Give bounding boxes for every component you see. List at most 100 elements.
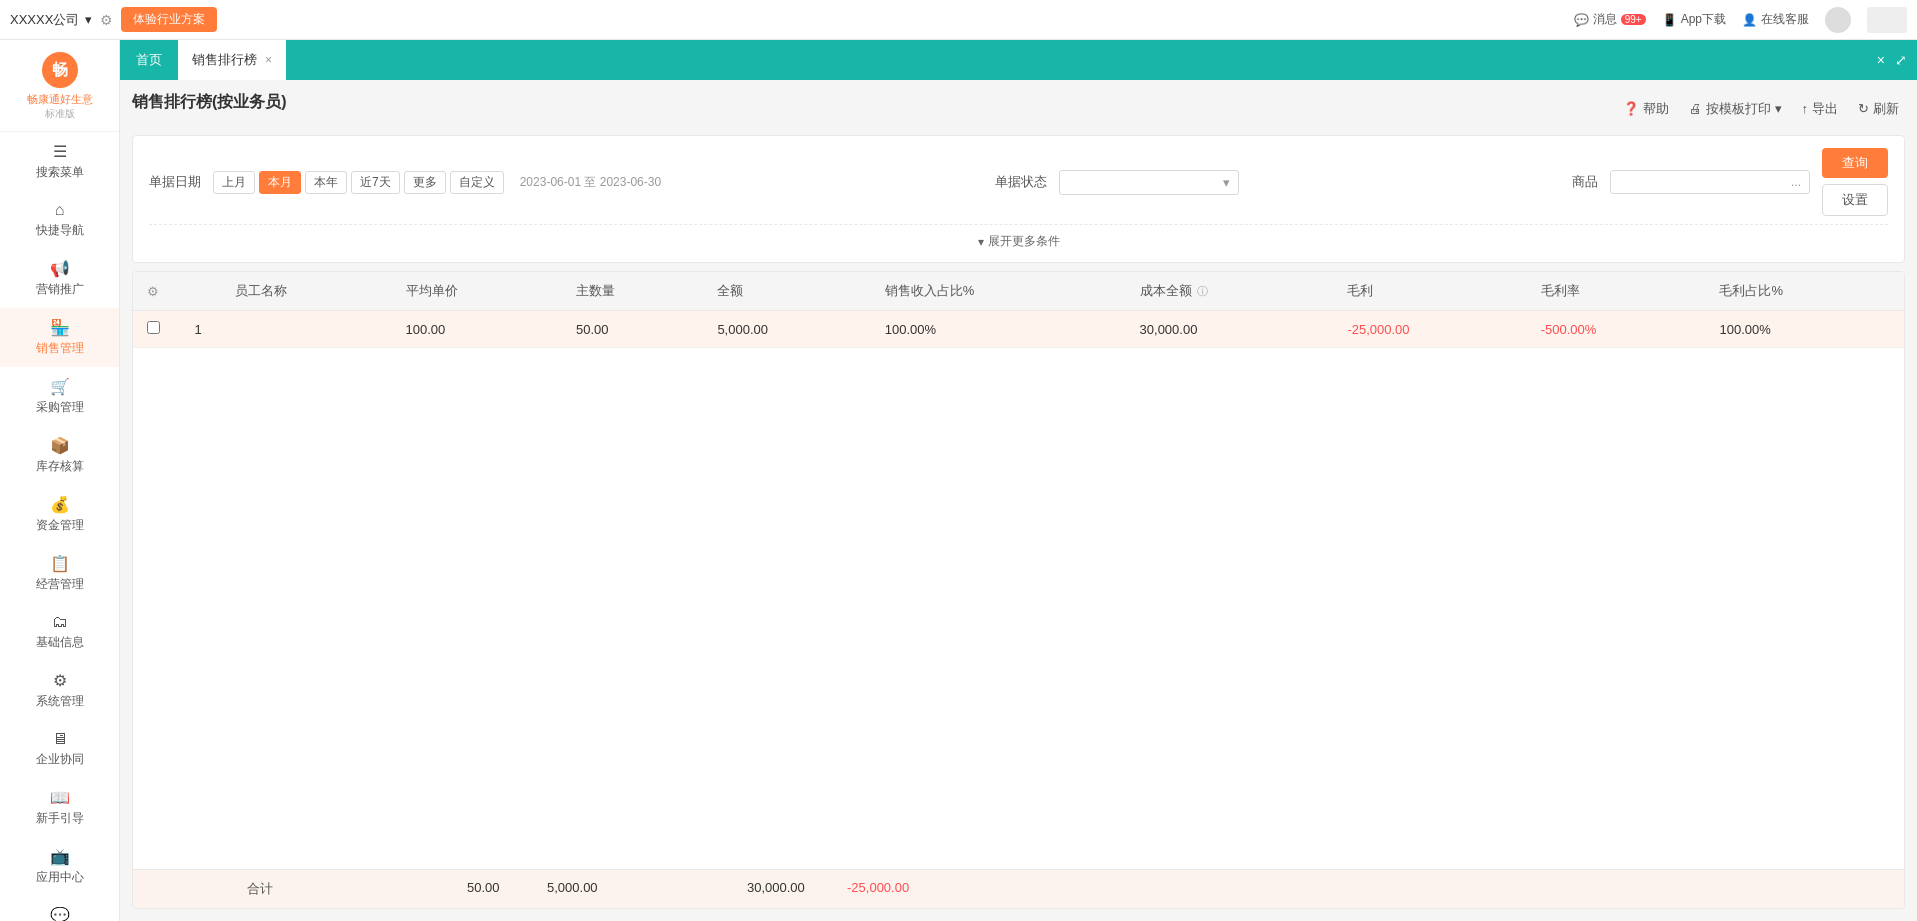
- filter-actions: 查询 设置: [1822, 148, 1888, 216]
- export-icon: ↑: [1802, 101, 1809, 116]
- table-container: ⚙ 员工名称 平均单价 主数量 全额 销售收入占比% 成本全额 ⓘ: [132, 271, 1905, 909]
- row-sales-pct: 100.00%: [873, 311, 1128, 348]
- sidebar-item-apps[interactable]: 📺 应用中心: [0, 837, 119, 896]
- date-btn-custom[interactable]: 自定义: [450, 171, 504, 194]
- sidebar-icon-basic: 🗂: [52, 613, 68, 631]
- sidebar-item-finance[interactable]: 💰 资金管理: [0, 485, 119, 544]
- status-dropdown-icon: ▾: [1223, 175, 1230, 190]
- date-label: 单据日期: [149, 173, 201, 191]
- sidebar-label-apps: 应用中心: [36, 869, 84, 886]
- service-icon: 👤: [1742, 13, 1757, 27]
- logo-text: 畅康通好生意: [27, 92, 93, 107]
- tab-window-expand[interactable]: ⤢: [1895, 52, 1907, 68]
- date-btn-this_month[interactable]: 本月: [259, 171, 301, 194]
- sidebar-icon-search: ☰: [53, 142, 67, 161]
- setting-button[interactable]: 设置: [1822, 184, 1888, 216]
- filter-row-1: 单据日期 上月本月本年近7天更多自定义 2023-06-01 至 2023-06…: [149, 148, 1888, 216]
- date-range-display: 2023-06-01 至 2023-06-30: [520, 174, 661, 191]
- col-settings-icon[interactable]: ⚙: [147, 284, 159, 299]
- company-selector[interactable]: XXXXX公司 ▾: [10, 11, 92, 29]
- footer-profit: -25,000.00: [847, 880, 909, 895]
- goods-more[interactable]: ...: [1791, 175, 1801, 189]
- sidebar-item-nav[interactable]: ⌂ 快捷导航: [0, 191, 119, 249]
- sidebar-item-basic[interactable]: 🗂 基础信息: [0, 603, 119, 661]
- footer-main-qty: 50.00: [467, 880, 500, 895]
- date-btn-more[interactable]: 更多: [404, 171, 446, 194]
- col-name: 员工名称: [223, 272, 394, 311]
- top-right-area: 💬 消息 99+ 📱 App下载 👤 在线客服: [1574, 7, 1907, 33]
- row-name: [223, 311, 394, 348]
- goods-filter[interactable]: ...: [1610, 170, 1810, 194]
- refresh-button[interactable]: ↻ 刷新: [1852, 96, 1905, 122]
- sidebar-label-manage: 经营管理: [36, 576, 84, 593]
- export-button[interactable]: ↑ 导出: [1796, 96, 1845, 122]
- trial-button[interactable]: 体验行业方案: [121, 7, 217, 32]
- sidebar-label-collab: 企业协同: [36, 751, 84, 768]
- status-select[interactable]: ▾: [1059, 170, 1239, 195]
- cost-info-icon[interactable]: ⓘ: [1197, 285, 1208, 297]
- app-download-item[interactable]: 📱 App下载: [1662, 11, 1726, 28]
- help-icon: ❓: [1623, 101, 1639, 116]
- tab-home[interactable]: 首页: [120, 40, 178, 80]
- sidebar-item-weixin[interactable]: 💬 企业微信: [0, 896, 119, 921]
- tab-bar: 首页 销售排行榜 × × ⤢: [120, 40, 1917, 80]
- sidebar-item-search[interactable]: ☰ 搜索菜单: [0, 132, 119, 191]
- sidebar-label-inventory: 库存核算: [36, 458, 84, 475]
- online-service-item[interactable]: 👤 在线客服: [1742, 11, 1809, 28]
- online-service-label: 在线客服: [1761, 11, 1809, 28]
- col-profit-pct: 毛利占比%: [1707, 272, 1904, 311]
- date-btn-7days[interactable]: 近7天: [351, 171, 400, 194]
- col-rank: [173, 272, 223, 311]
- sidebar-icon-purchase: 🛒: [50, 377, 70, 396]
- sidebar-label-finance: 资金管理: [36, 517, 84, 534]
- sidebar-icon-manage: 📋: [50, 554, 70, 573]
- ranking-table: ⚙ 员工名称 平均单价 主数量 全额 销售收入占比% 成本全额 ⓘ: [133, 272, 1904, 348]
- sidebar-item-collab[interactable]: 🖥 企业协同: [0, 720, 119, 778]
- col-settings: ⚙: [133, 272, 173, 311]
- expand-icon: ▾: [978, 235, 984, 249]
- company-dropdown-icon: ▾: [85, 12, 92, 27]
- company-name: XXXXX公司: [10, 11, 79, 29]
- sidebar-icon-system: ⚙: [53, 671, 67, 690]
- col-sales-pct: 销售收入占比%: [873, 272, 1128, 311]
- tab-close-icon[interactable]: ×: [265, 53, 272, 67]
- query-button[interactable]: 查询: [1822, 148, 1888, 178]
- sidebar-item-inventory[interactable]: 📦 库存核算: [0, 426, 119, 485]
- table-footer: 合计 50.00 5,000.00 30,000.00: [133, 869, 1904, 908]
- app-icon: 📱: [1662, 13, 1677, 27]
- sidebar-item-marketing[interactable]: 📢 营销推广: [0, 249, 119, 308]
- sidebar-item-guide[interactable]: 📖 新手引导: [0, 778, 119, 837]
- app-download-label: App下载: [1681, 11, 1726, 28]
- messages-badge: 99+: [1621, 14, 1646, 25]
- user-avatar[interactable]: [1825, 7, 1851, 33]
- print-button[interactable]: 🖨 按模板打印 ▾: [1683, 96, 1788, 122]
- sidebar-label-system: 系统管理: [36, 693, 84, 710]
- date-btn-this_year[interactable]: 本年: [305, 171, 347, 194]
- col-profit-rate: 毛利率: [1529, 272, 1708, 311]
- print-dropdown-icon: ▾: [1775, 101, 1782, 116]
- content-area: 销售排行榜(按业务员) ❓ 帮助 🖨 按模板打印 ▾ ↑ 导出: [120, 80, 1917, 921]
- page-title: 销售排行榜(按业务员): [132, 92, 287, 113]
- sidebar: 畅 畅康通好生意 标准版 ☰ 搜索菜单⌂ 快捷导航📢 营销推广🏪 销售管理🛒 采…: [0, 40, 120, 921]
- row-profit-pct: 100.00%: [1707, 311, 1904, 348]
- messages-item[interactable]: 💬 消息 99+: [1574, 11, 1646, 28]
- goods-label: 商品: [1572, 173, 1598, 191]
- tab-window-close[interactable]: ×: [1877, 52, 1885, 68]
- col-amount: 全额: [705, 272, 872, 311]
- page-toolbar: ❓ 帮助 🖨 按模板打印 ▾ ↑ 导出 ↻ 刷新: [1617, 96, 1906, 122]
- footer-row: 合计 50.00 5,000.00 30,000.00: [145, 880, 1892, 898]
- tab-sales-ranking[interactable]: 销售排行榜 ×: [178, 40, 286, 80]
- help-button[interactable]: ❓ 帮助: [1617, 96, 1675, 122]
- table-header-row: ⚙ 员工名称 平均单价 主数量 全额 销售收入占比% 成本全额 ⓘ: [133, 272, 1904, 311]
- sidebar-item-manage[interactable]: 📋 经营管理: [0, 544, 119, 603]
- footer-amount: 5,000.00: [547, 880, 598, 895]
- row-checkbox[interactable]: [133, 311, 173, 348]
- sidebar-item-system[interactable]: ⚙ 系统管理: [0, 661, 119, 720]
- date-btn-last_month[interactable]: 上月: [213, 171, 255, 194]
- expand-button[interactable]: ▾ 展开更多条件: [978, 233, 1060, 250]
- sidebar-item-purchase[interactable]: 🛒 采购管理: [0, 367, 119, 426]
- sidebar-item-sales[interactable]: 🏪 销售管理: [0, 308, 119, 367]
- tab-label: 销售排行榜: [192, 51, 257, 69]
- sidebar-icon-collab: 🖥: [52, 730, 68, 748]
- settings-icon[interactable]: ⚙: [100, 12, 113, 28]
